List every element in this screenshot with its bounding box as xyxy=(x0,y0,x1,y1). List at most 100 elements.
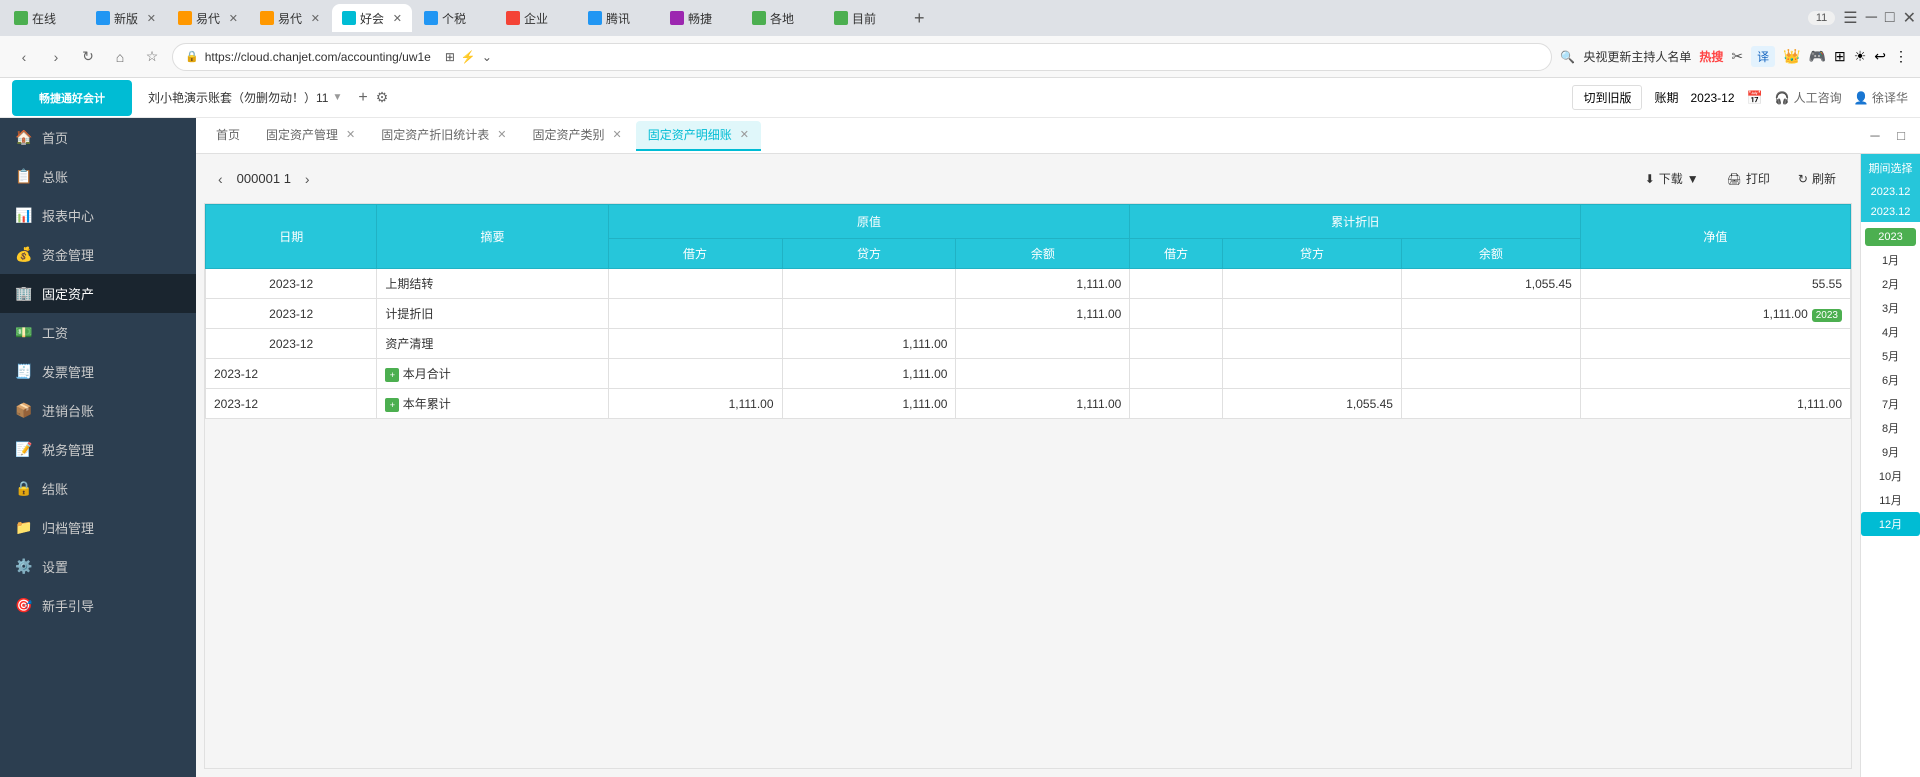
ledger-table-body: 2023-12 上期结转 1,111.00 1,055.45 55.552023… xyxy=(206,269,1851,419)
sidebar-item-guide[interactable]: 🎯 新手引导 xyxy=(0,586,196,625)
browser-tab-geshui[interactable]: 个税 xyxy=(414,4,494,32)
user-avatar[interactable]: 👤 徐译华 xyxy=(1854,89,1908,106)
app-tab-close-category[interactable]: ✕ xyxy=(613,128,622,141)
app-tab-close-depreciation[interactable]: ✕ xyxy=(497,128,506,141)
period-month-11[interactable]: 11月 xyxy=(1861,488,1920,512)
sidebar-item-close[interactable]: 🔒 结账 xyxy=(0,469,196,508)
prev-page-btn[interactable]: ‹ xyxy=(212,169,229,189)
user-service-btn[interactable]: 🎧 人工咨询 xyxy=(1775,89,1842,106)
forward-btn[interactable]: › xyxy=(44,45,68,69)
notification-count[interactable]: 11 xyxy=(1808,11,1835,25)
sidebar-item-inventory[interactable]: 📦 进销台账 xyxy=(0,391,196,430)
browser-menu-icon[interactable]: ☰ xyxy=(1843,8,1857,28)
url-bar[interactable]: 🔒 https://cloud.chanjet.com/accounting/u… xyxy=(172,43,1552,71)
period-month-6[interactable]: 6月 xyxy=(1861,368,1920,392)
period-month-9[interactable]: 9月 xyxy=(1861,440,1920,464)
period-month-10[interactable]: 10月 xyxy=(1861,464,1920,488)
home-btn[interactable]: ⌂ xyxy=(108,45,132,69)
expand-icon[interactable]: ⌄ xyxy=(482,50,492,64)
tab-close-new[interactable]: ✕ xyxy=(147,12,156,25)
undo-icon[interactable]: ↩ xyxy=(1874,48,1886,65)
table-row: 2023-12 + 本年累计1,111.00 1,111.00 1,111.00… xyxy=(206,389,1851,419)
browser-tab-yidai2[interactable]: 易代 ✕ xyxy=(250,4,330,32)
browser-tab-qiye[interactable]: 企业 xyxy=(496,4,576,32)
sidebar-item-settings[interactable]: ⚙️ 设置 xyxy=(0,547,196,586)
tab-icon-geshui xyxy=(424,11,438,25)
app-tab-detail-ledger[interactable]: 固定资产明细账 ✕ xyxy=(636,121,761,151)
period-month-3[interactable]: 3月 xyxy=(1861,296,1920,320)
boost-icon[interactable]: ⚡ xyxy=(461,50,476,64)
download-label: 下载 xyxy=(1659,170,1683,187)
app-tab-home[interactable]: 首页 xyxy=(204,121,252,151)
sidebar-label-guide: 新手引导 xyxy=(42,596,94,615)
sidebar-item-home[interactable]: 🏠 首页 xyxy=(0,118,196,157)
browser-tab-yidai1[interactable]: 易代 ✕ xyxy=(168,4,248,32)
period-month-2[interactable]: 2月 xyxy=(1861,272,1920,296)
app-tab-close-fixed-mgmt[interactable]: ✕ xyxy=(346,128,355,141)
window-maximize-btn[interactable]: □ xyxy=(1890,125,1912,147)
period-month-5[interactable]: 5月 xyxy=(1861,344,1920,368)
browser-tab-muqian[interactable]: 目前 xyxy=(824,4,904,32)
service-label: 人工咨询 xyxy=(1794,89,1842,106)
browser-tab-new[interactable]: 新版 ✕ xyxy=(86,4,166,32)
tab-close-yidai1[interactable]: ✕ xyxy=(229,12,238,25)
refresh-label: 刷新 xyxy=(1812,170,1836,187)
sidebar-item-archive[interactable]: 📁 归档管理 xyxy=(0,508,196,547)
sidebar-item-reports[interactable]: 📊 报表中心 xyxy=(0,196,196,235)
scissors-icon[interactable]: ✂ xyxy=(1731,48,1743,65)
period-month-12[interactable]: 12月 xyxy=(1861,512,1920,536)
gamepad-icon[interactable]: 🎮 xyxy=(1809,48,1826,65)
main-content: 首页 固定资产管理 ✕ 固定资产折旧统计表 ✕ 固定资产类别 ✕ 固定资产明细账… xyxy=(196,118,1920,777)
period-month-7[interactable]: 7月 xyxy=(1861,392,1920,416)
app-tab-depreciation[interactable]: 固定资产折旧统计表 ✕ xyxy=(369,121,518,151)
bookmark-btn[interactable]: ☆ xyxy=(140,45,164,69)
translate-btn[interactable]: 译 xyxy=(1751,46,1775,67)
sidebar-item-salary[interactable]: 💵 工资 xyxy=(0,313,196,352)
period-month-4[interactable]: 4月 xyxy=(1861,320,1920,344)
settings-cog-icon[interactable]: ⚙ xyxy=(376,89,389,106)
sidebar-label-reports: 报表中心 xyxy=(42,206,94,225)
sidebar-item-invoice[interactable]: 🧾 发票管理 xyxy=(0,352,196,391)
new-tab-btn[interactable]: + xyxy=(914,8,925,29)
browser-close-btn[interactable]: ✕ xyxy=(1903,8,1916,28)
tab-close-yidai2[interactable]: ✕ xyxy=(311,12,320,25)
browser-tab-online[interactable]: 在线 xyxy=(4,4,84,32)
print-btn[interactable]: 🖨 打印 xyxy=(1719,166,1778,191)
crown-icon[interactable]: 👑 xyxy=(1783,48,1800,65)
next-page-btn[interactable]: › xyxy=(299,169,316,189)
search-label: 央视更新主持人名单 xyxy=(1583,48,1691,65)
download-btn[interactable]: ⬇ 下载 ▼ xyxy=(1637,166,1707,191)
browser-tab-gedi[interactable]: 各地 xyxy=(742,4,822,32)
back-btn[interactable]: ‹ xyxy=(12,45,36,69)
brightness-icon[interactable]: ☀ xyxy=(1854,48,1867,65)
qr-icon[interactable]: ⊞ xyxy=(445,50,455,64)
app-tab-category[interactable]: 固定资产类别 ✕ xyxy=(520,121,633,151)
browser-tab-tengxun[interactable]: 腾讯 xyxy=(578,4,658,32)
browser-tab-haohui[interactable]: 好会 ✕ xyxy=(332,4,412,32)
company-selector[interactable]: 刘小艳演示账套（勿删勿动！）11 ▼ xyxy=(140,89,350,106)
browser-settings-icon[interactable]: ⋮ xyxy=(1894,48,1908,65)
add-company-btn[interactable]: + xyxy=(358,89,367,107)
grid-icon[interactable]: ⊞ xyxy=(1834,48,1846,65)
window-minimize-btn[interactable]: ─ xyxy=(1864,125,1886,147)
period-month-8[interactable]: 8月 xyxy=(1861,416,1920,440)
cell-accum-credit xyxy=(1223,269,1402,299)
reload-btn[interactable]: ↻ xyxy=(76,45,100,69)
sidebar-item-funds[interactable]: 💰 资金管理 xyxy=(0,235,196,274)
inventory-icon: 📦 xyxy=(16,403,32,419)
calendar-icon[interactable]: 📅 xyxy=(1747,90,1763,106)
tab-close-haohui[interactable]: ✕ xyxy=(393,12,402,25)
browser-minimize-btn[interactable]: ─ xyxy=(1866,9,1877,27)
browser-maximize-btn[interactable]: □ xyxy=(1885,9,1895,27)
browser-tab-changjie[interactable]: 畅捷 xyxy=(660,4,740,32)
period-month-1[interactable]: 1月 xyxy=(1861,248,1920,272)
period-year-2023[interactable]: 2023 xyxy=(1865,228,1916,246)
sidebar-item-general[interactable]: 📋 总账 xyxy=(0,157,196,196)
switch-version-btn[interactable]: 切到旧版 xyxy=(1572,85,1642,110)
app-tab-close-detail-ledger[interactable]: ✕ xyxy=(740,128,749,141)
refresh-btn[interactable]: ↻ 刷新 xyxy=(1790,166,1844,191)
app-tab-home-label: 首页 xyxy=(216,126,240,143)
sidebar-item-fixed[interactable]: 🏢 固定资产 xyxy=(0,274,196,313)
sidebar-item-tax[interactable]: 📝 税务管理 xyxy=(0,430,196,469)
app-tab-fixed-mgmt[interactable]: 固定资产管理 ✕ xyxy=(254,121,367,151)
